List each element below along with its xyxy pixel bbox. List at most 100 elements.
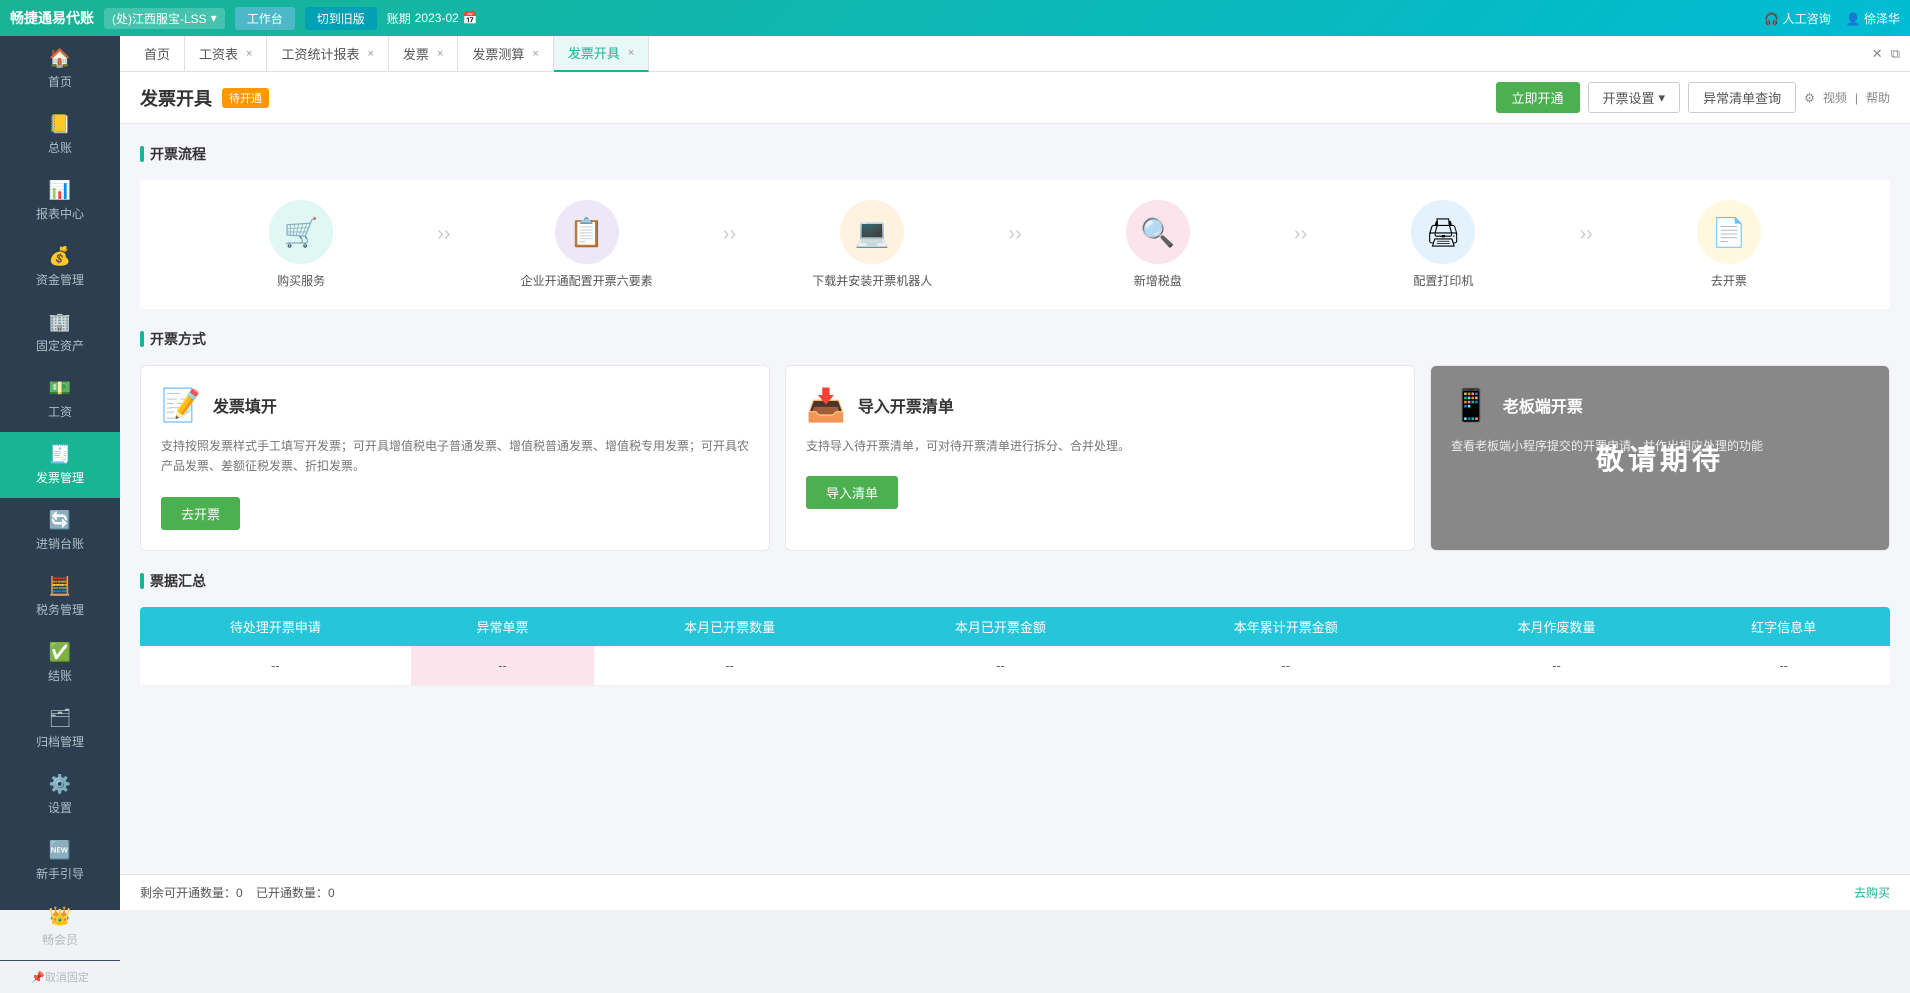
tab-close-icon[interactable]: ×: [628, 47, 634, 59]
tab-label: 发票开具: [568, 43, 620, 62]
settings-circle-icon: ⚙: [1804, 91, 1815, 105]
help-label[interactable]: 帮助: [1866, 89, 1890, 106]
sidebar-item-tax[interactable]: 🧮 税务管理: [0, 564, 120, 630]
cell-void-count: --: [1436, 646, 1678, 686]
tab-label: 首页: [144, 44, 170, 63]
sidebar-item-ledger[interactable]: 📒 总账: [0, 102, 120, 168]
method-fill-desc: 支持按照发票样式手工填写开发票；可开具增值税电子普通发票、增值税普通发票、增值税…: [161, 436, 749, 477]
sidebar-item-home[interactable]: 🏠 首页: [0, 36, 120, 102]
cell-month-count: --: [594, 646, 865, 686]
switch-version-button[interactable]: 切到旧版: [305, 7, 377, 30]
sidebar-item-settlement[interactable]: ✅ 结账: [0, 630, 120, 696]
workbench-button[interactable]: 工作台: [235, 7, 295, 30]
salary-icon: 💵: [49, 378, 71, 399]
method-boss-header: 📱 老板端开票: [1451, 386, 1869, 424]
summary-table: 待处理开票申请 异常单票 本月已开票数量 本月已开票金额 本年累计开票金额 本月…: [140, 607, 1890, 686]
abnormal-query-button[interactable]: 异常清单查询: [1688, 82, 1796, 113]
step-arrow-4: ››: [1289, 223, 1312, 246]
tab-salary[interactable]: 工资表 ×: [185, 36, 267, 72]
main-layout: 🏠 首页 📒 总账 📊 报表中心 💰 资金管理 🏢 固定资产 💵 工资 🧾 发票…: [0, 36, 1910, 910]
sidebar-item-label: 发票管理: [36, 469, 84, 486]
calendar-icon[interactable]: 📅: [463, 11, 478, 25]
tax-icon: 🧮: [49, 576, 71, 597]
method-card-import: 📥 导入开票清单 支持导入待开票清单，可对待开票清单进行拆分、合并处理。 导入清…: [785, 365, 1415, 551]
close-window-icon[interactable]: ✕: [1872, 46, 1883, 62]
tab-close-icon[interactable]: ×: [437, 48, 443, 60]
step-icon-download: 💻: [840, 200, 904, 264]
footer-bar: 剩余可开通数量：0 已开通数量：0 去购买: [120, 874, 1910, 910]
sidebar-item-label: 资金管理: [36, 271, 84, 288]
username: 徐泽华: [1864, 12, 1900, 26]
buy-link[interactable]: 去购买: [1854, 884, 1890, 901]
summary-header-row: 待处理开票申请 异常单票 本月已开票数量 本月已开票金额 本年累计开票金额 本月…: [140, 607, 1890, 646]
assets-icon: 🏢: [49, 312, 71, 333]
sidebar-bottom-pin[interactable]: 📌 取消固定: [0, 960, 120, 993]
tab-invoice[interactable]: 发票 ×: [389, 36, 458, 72]
settlement-icon: ✅: [49, 642, 71, 663]
step-icon-printer: 🖨: [1411, 200, 1475, 264]
col-void-count: 本月作废数量: [1436, 607, 1678, 646]
video-label[interactable]: 视频: [1823, 89, 1847, 106]
company-selector[interactable]: (处)江西服宝-LSS ▾: [104, 8, 225, 29]
sidebar-item-invoice[interactable]: 🧾 发票管理: [0, 432, 120, 498]
sidebar-item-archive[interactable]: 🗂 归档管理: [0, 696, 120, 762]
sidebar-item-reports[interactable]: 📊 报表中心: [0, 168, 120, 234]
sidebar-item-settings[interactable]: ⚙️ 设置: [0, 762, 120, 828]
sidebar-item-purchase-sales[interactable]: 🔄 进销台账: [0, 498, 120, 564]
step-icon-buy: 🛒: [269, 200, 333, 264]
sidebar-item-guide[interactable]: 🆕 新手引导: [0, 828, 120, 894]
method-section: 开票方式 📝 发票填开 支持按照发票样式手工填写开发票；可开具增值税电子普通发票…: [140, 329, 1890, 551]
sidebar-item-assets[interactable]: 🏢 固定资产: [0, 300, 120, 366]
method-import-desc: 支持导入待开票清单，可对待开票清单进行拆分、合并处理。: [806, 436, 1394, 456]
tab-home[interactable]: 首页: [130, 36, 185, 72]
tab-label: 工资表: [199, 44, 238, 63]
sidebar-item-label: 结账: [48, 667, 72, 684]
step-taxdisk: 🔍 新增税盘: [1027, 200, 1289, 289]
import-list-button[interactable]: 导入清单: [806, 476, 898, 509]
tab-salary-stats[interactable]: 工资统计报表 ×: [267, 36, 388, 72]
restore-window-icon[interactable]: ⧉: [1891, 46, 1900, 62]
pin-icon: 📌: [31, 971, 45, 984]
tab-close-icon[interactable]: ×: [367, 48, 373, 60]
cell-abnormal: --: [411, 646, 595, 686]
step-config: 📋 企业开通配置开票六要素: [456, 200, 718, 289]
settings-label: 开票设置: [1603, 88, 1655, 107]
tab-invoice-calc[interactable]: 发票测算 ×: [458, 36, 553, 72]
immediate-open-button[interactable]: 立即开通: [1496, 82, 1580, 113]
cell-month-amount: --: [865, 646, 1136, 686]
col-pending: 待处理开票申请: [140, 607, 411, 646]
sidebar-item-label: 设置: [48, 799, 72, 816]
reports-icon: 📊: [49, 180, 71, 201]
tab-invoice-open[interactable]: 发票开具 ×: [554, 36, 649, 72]
period-value: 2023-02: [415, 11, 459, 25]
process-steps: 🛒 购买服务 ›› 📋 企业开通配置开票六要素 ›› 💻 下载并安装开票机器人 …: [140, 180, 1890, 309]
sidebar-item-vip[interactable]: 👑 畅会员: [0, 894, 120, 960]
sidebar-item-funds[interactable]: 💰 资金管理: [0, 234, 120, 300]
method-fill-header: 📝 发票填开: [161, 386, 749, 424]
step-label-config: 企业开通配置开票六要素: [521, 272, 653, 289]
open-settings-button[interactable]: 开票设置 ▾: [1588, 82, 1681, 113]
top-bar: 畅捷通易代账 (处)江西服宝-LSS ▾ 工作台 切到旧版 账期 2023-02…: [0, 0, 1910, 36]
main-content: 开票流程 🛒 购买服务 ›› 📋 企业开通配置开票六要素 ›› 💻 下载并安装: [120, 124, 1910, 874]
sidebar-item-label: 总账: [48, 139, 72, 156]
user-profile[interactable]: 👤 徐泽华: [1846, 10, 1900, 27]
ledger-icon: 📒: [49, 114, 71, 135]
purchase-sales-icon: 🔄: [49, 510, 71, 531]
opened-label: 已开通数量：0: [256, 886, 335, 900]
step-arrow-5: ››: [1574, 223, 1597, 246]
sidebar-item-salary[interactable]: 💵 工资: [0, 366, 120, 432]
tab-close-icon[interactable]: ×: [246, 48, 252, 60]
go-invoice-button[interactable]: 去开票: [161, 497, 240, 530]
step-icon-config: 📋: [555, 200, 619, 264]
customer-service[interactable]: 🎧 人工咨询: [1764, 10, 1830, 27]
status-badge: 待开通: [222, 88, 269, 108]
sidebar-item-label: 固定资产: [36, 337, 84, 354]
step-label-download: 下载并安装开票机器人: [812, 272, 932, 289]
tab-bar: 首页 工资表 × 工资统计报表 × 发票 × 发票测算 × 发票开具 ×: [120, 36, 1910, 72]
sidebar-item-label: 新手引导: [36, 865, 84, 882]
sidebar-item-label: 畅会员: [42, 931, 78, 948]
page-title-area: 发票开具 待开通: [140, 85, 269, 111]
method-fill-title: 发票填开: [213, 393, 277, 417]
tab-close-icon[interactable]: ×: [532, 48, 538, 60]
method-section-title: 开票方式: [140, 329, 1890, 349]
